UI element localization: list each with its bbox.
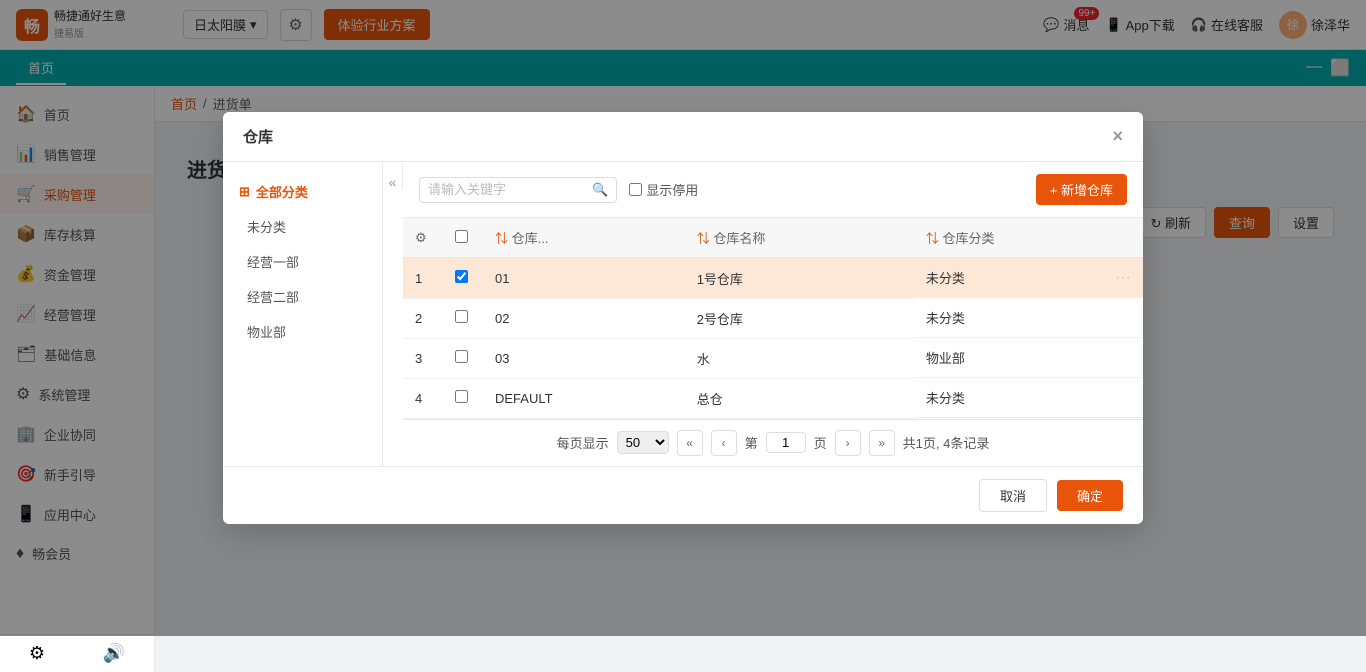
select-all-checkbox[interactable] <box>455 230 468 243</box>
category-item[interactable]: 经营一部 <box>223 244 382 279</box>
modal-body: ⊞ 全部分类 未分类经营一部经营二部物业部 « 🔍 显示停用 <box>223 162 1143 466</box>
modal-header: 仓库 × <box>223 112 1143 162</box>
row-category: 未分类··· <box>914 258 1143 298</box>
category-sidebar: ⊞ 全部分类 未分类经营一部经营二部物业部 <box>223 162 383 466</box>
disabled-checkbox[interactable] <box>629 183 642 196</box>
col-settings: ⚙ <box>403 218 443 258</box>
table-area: 🔍 显示停用 + 新增仓库 ⚙ <box>403 162 1143 466</box>
row-code: DEFAULT <box>483 378 685 418</box>
search-icon: 🔍 <box>592 182 608 198</box>
row-code: 02 <box>483 298 685 338</box>
modal-close-button[interactable]: × <box>1112 126 1123 147</box>
confirm-button[interactable]: 确定 <box>1057 480 1123 511</box>
show-disabled-checkbox: 显示停用 <box>629 180 698 199</box>
row-checkbox[interactable] <box>443 258 483 299</box>
table-footer: 每页显示 50 100 « ‹ 第 页 › » 共1页, 4条记录 <box>403 419 1143 466</box>
col-name: ⇅ 仓库名称 <box>685 218 914 258</box>
category-item[interactable]: 经营二部 <box>223 279 382 314</box>
row-category: 物业部 <box>914 338 1143 378</box>
speaker-icon[interactable]: 🔊 <box>103 643 125 664</box>
warehouse-modal: 仓库 × ⊞ 全部分类 未分类经营一部经营二部物业部 « <box>223 112 1143 524</box>
table-row[interactable]: 3 03 水 物业部 <box>403 338 1143 378</box>
search-input[interactable] <box>428 182 588 197</box>
row-name: 1号仓库 <box>685 258 914 299</box>
warehouse-table-body: 1 01 1号仓库 未分类··· 2 02 2号仓库 未分类 3 03 水 物业… <box>403 258 1143 419</box>
row-category: 未分类 <box>914 378 1143 418</box>
category-list: 未分类经营一部经营二部物业部 <box>223 209 382 349</box>
table-row[interactable]: 4 DEFAULT 总仓 未分类 <box>403 378 1143 418</box>
page-number-input[interactable] <box>766 432 806 453</box>
grid-icon: ⊞ <box>239 184 250 200</box>
table-header-row: ⚙ ⇅ 仓库... ⇅ 仓库名称 <box>403 218 1143 258</box>
row-name: 总仓 <box>685 378 914 418</box>
row-index: 3 <box>403 338 443 378</box>
col-category: ⇅ 仓库分类 <box>914 218 1143 258</box>
col-code: ⇅ 仓库... <box>483 218 685 258</box>
warehouse-table: ⚙ ⇅ 仓库... ⇅ 仓库名称 <box>403 218 1143 419</box>
cancel-button[interactable]: 取消 <box>979 479 1047 512</box>
row-code: 03 <box>483 338 685 378</box>
table-toolbar: 🔍 显示停用 + 新增仓库 <box>403 162 1143 218</box>
collapse-button[interactable]: « <box>383 162 403 190</box>
settings-col-icon[interactable]: ⚙ <box>415 230 427 245</box>
row-code: 01 <box>483 258 685 299</box>
category-item[interactable]: 物业部 <box>223 314 382 349</box>
row-index: 4 <box>403 378 443 418</box>
last-page-button[interactable]: » <box>869 430 895 456</box>
first-page-button[interactable]: « <box>677 430 703 456</box>
category-all[interactable]: ⊞ 全部分类 <box>223 174 382 209</box>
per-page-select[interactable]: 50 100 <box>617 431 669 454</box>
table-row[interactable]: 1 01 1号仓库 未分类··· <box>403 258 1143 299</box>
row-checkbox[interactable] <box>443 298 483 338</box>
row-name: 水 <box>685 338 914 378</box>
row-index: 1 <box>403 258 443 299</box>
sort-name-icon: ⇅ <box>697 231 710 246</box>
sort-icon: ⇅ <box>495 231 508 246</box>
row-name: 2号仓库 <box>685 298 914 338</box>
row-checkbox[interactable] <box>443 378 483 418</box>
modal-footer: 取消 确定 <box>223 466 1143 524</box>
col-checkbox <box>443 218 483 258</box>
row-category: 未分类 <box>914 298 1143 338</box>
next-page-button[interactable]: › <box>835 430 861 456</box>
row-checkbox[interactable] <box>443 338 483 378</box>
modal-title: 仓库 <box>243 126 273 147</box>
sort-cat-icon: ⇅ <box>926 231 939 246</box>
row-index: 2 <box>403 298 443 338</box>
settings-bottom-icon[interactable]: ⚙ <box>29 643 45 664</box>
sidebar-bottom: ⚙ 🔊 <box>0 634 154 672</box>
modal-overlay: 仓库 × ⊞ 全部分类 未分类经营一部经营二部物业部 « <box>0 0 1366 636</box>
add-warehouse-button[interactable]: + 新增仓库 <box>1036 174 1127 205</box>
category-item[interactable]: 未分类 <box>223 209 382 244</box>
search-box: 🔍 <box>419 177 617 203</box>
row-actions[interactable]: ··· <box>1115 269 1131 287</box>
prev-page-button[interactable]: ‹ <box>711 430 737 456</box>
table-row[interactable]: 2 02 2号仓库 未分类 <box>403 298 1143 338</box>
warehouse-table-wrap: ⚙ ⇅ 仓库... ⇅ 仓库名称 <box>403 218 1143 419</box>
